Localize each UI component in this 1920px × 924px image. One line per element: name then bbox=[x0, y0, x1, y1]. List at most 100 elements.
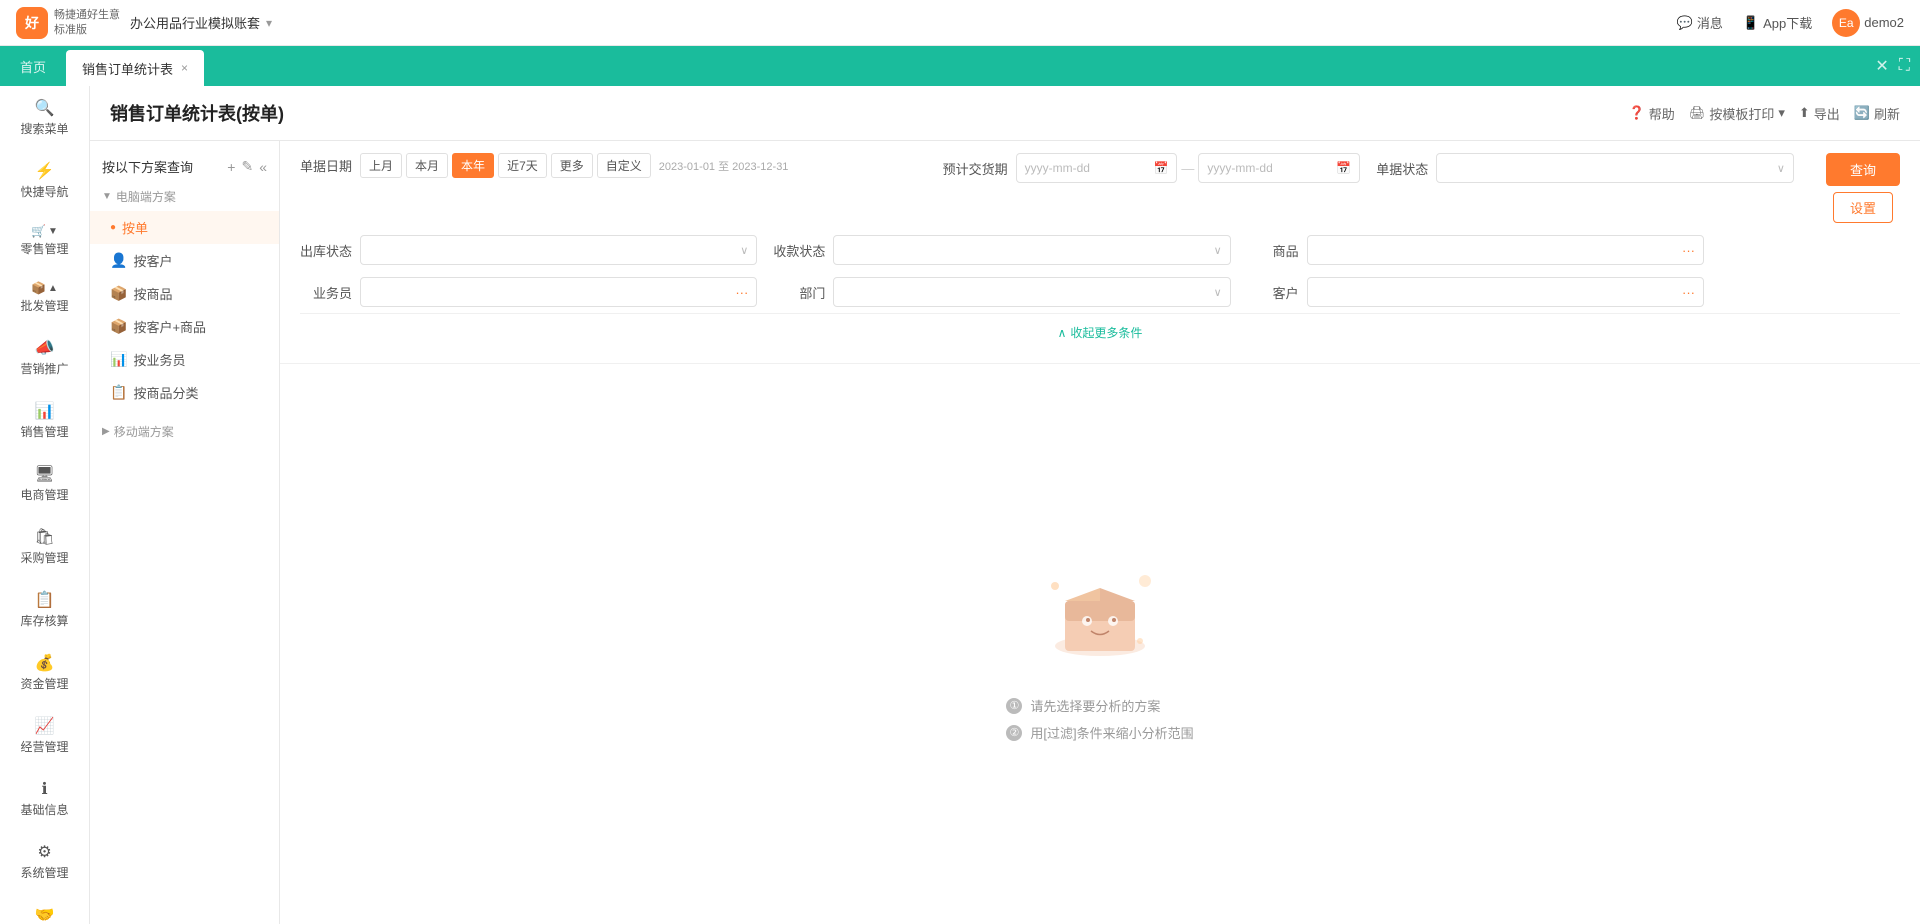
expected-from-placeholder: yyyy-mm-dd bbox=[1025, 161, 1150, 175]
breadcrumb-dropdown-icon[interactable]: ▾ bbox=[266, 16, 272, 30]
content-inner: 销售订单统计表(按单) ❓ 帮助 🖨 按模板打印 ▾ ⬆ 导出 🔄 刷新 bbox=[90, 86, 1920, 924]
enterprise-icon: 🤝 bbox=[0, 905, 89, 924]
message-button[interactable]: 💬 消息 bbox=[1677, 13, 1723, 32]
tip-num-1: ① bbox=[1006, 698, 1022, 714]
edit-scheme-button[interactable]: ✎ bbox=[241, 158, 253, 175]
order-status-arrow: ∨ bbox=[1777, 162, 1785, 175]
tree-item-by-customer-goods[interactable]: 📦 按客户+商品 bbox=[90, 310, 279, 343]
payment-arrow: ∨ bbox=[1214, 244, 1222, 257]
refresh-button[interactable]: 🔄 刷新 bbox=[1854, 104, 1900, 123]
customer-ellipsis[interactable]: ··· bbox=[1682, 285, 1695, 300]
salesperson-ellipsis[interactable]: ··· bbox=[735, 285, 748, 300]
payment-status-select[interactable]: ∨ bbox=[833, 235, 1230, 265]
tip-num-2: ② bbox=[1006, 725, 1022, 741]
retail-expand-arrow: ▼ bbox=[48, 226, 58, 237]
tree-item-by-salesperson[interactable]: 📊 按业务员 bbox=[90, 343, 279, 376]
left-panel-icons: + ✎ « bbox=[227, 158, 267, 175]
expected-date-label: 预计交货期 bbox=[943, 159, 1008, 178]
sidebar-item-inventory[interactable]: 📋 库存核算 bbox=[0, 578, 89, 641]
query-button[interactable]: 查询 bbox=[1826, 153, 1900, 186]
customer-input[interactable]: ··· bbox=[1307, 277, 1704, 307]
date-btn-this-month[interactable]: 本月 bbox=[406, 153, 448, 178]
sidebar-item-wholesale[interactable]: 📦 ▲ 批发管理 bbox=[0, 269, 89, 326]
tree-item-by-category[interactable]: 📋 按商品分类 bbox=[90, 376, 279, 409]
collapse-panel-button[interactable]: « bbox=[259, 159, 267, 175]
query-btn-area: 查询 设置 bbox=[1810, 153, 1900, 223]
window-close-icon[interactable]: ✕ bbox=[1875, 56, 1888, 76]
date-btn-custom[interactable]: 自定义 bbox=[597, 153, 651, 178]
sidebar-item-system[interactable]: ⚙ 系统管理 bbox=[0, 830, 89, 893]
result-area: 单据日期 上月 本月 本年 近7天 更多 自定义 2023-01-01 至 20… bbox=[280, 141, 1920, 924]
user-area[interactable]: Ea demo2 bbox=[1832, 9, 1904, 37]
by-category-icon: 📋 bbox=[110, 384, 127, 401]
date-btn-this-year[interactable]: 本年 bbox=[452, 153, 494, 178]
goods-input[interactable]: ··· bbox=[1307, 235, 1704, 265]
help-button[interactable]: ❓ 帮助 bbox=[1629, 104, 1675, 123]
pc-group-arrow: ▼ bbox=[102, 191, 112, 202]
sidebar-item-operations[interactable]: 📈 经营管理 bbox=[0, 704, 89, 767]
tree-item-by-goods[interactable]: 📦 按商品 bbox=[90, 277, 279, 310]
expected-date-to[interactable]: yyyy-mm-dd 📅 bbox=[1198, 153, 1360, 183]
print-icon: 🖨 bbox=[1689, 105, 1706, 121]
customer-label: 客户 bbox=[1247, 283, 1299, 302]
page-header: 销售订单统计表(按单) ❓ 帮助 🖨 按模板打印 ▾ ⬆ 导出 🔄 刷新 bbox=[90, 86, 1920, 141]
page-title: 销售订单统计表(按单) bbox=[110, 100, 284, 140]
order-date-label: 单据日期 bbox=[300, 156, 352, 175]
by-goods-icon: 📦 bbox=[110, 285, 127, 302]
date-btn-last-month[interactable]: 上月 bbox=[360, 153, 402, 178]
sidebar-item-retail[interactable]: 🛒 ▼ 零售管理 bbox=[0, 212, 89, 269]
empty-tip-1: ① 请先选择要分析的方案 bbox=[1006, 696, 1193, 715]
collapse-bar[interactable]: ∧ 收起更多条件 bbox=[300, 313, 1900, 351]
settings-button[interactable]: 设置 bbox=[1833, 192, 1893, 223]
goods-label: 商品 bbox=[1247, 241, 1299, 260]
by-salesperson-icon: 📊 bbox=[110, 351, 127, 368]
sidebar-item-sales[interactable]: 📊 销售管理 bbox=[0, 389, 89, 452]
add-scheme-button[interactable]: + bbox=[227, 159, 235, 175]
sidebar-item-finance[interactable]: 💰 资金管理 bbox=[0, 641, 89, 704]
department-select[interactable]: ∨ bbox=[833, 277, 1230, 307]
department-label: 部门 bbox=[773, 283, 825, 302]
sidebar-item-quick-nav[interactable]: ⚡ 快捷导航 bbox=[0, 149, 89, 212]
sidebar-item-marketing[interactable]: 📣 营销推广 bbox=[0, 326, 89, 389]
window-expand-icon[interactable]: ⛶ bbox=[1899, 57, 1910, 75]
refresh-icon: 🔄 bbox=[1854, 105, 1870, 121]
search-menu-icon: 🔍 bbox=[0, 98, 89, 118]
sidebar-item-ecommerce[interactable]: 🖥 电商管理 bbox=[0, 452, 89, 515]
by-customer-goods-icon: 📦 bbox=[110, 318, 127, 335]
salesperson-label: 业务员 bbox=[300, 283, 352, 302]
app-download-button[interactable]: 📱 App下载 bbox=[1743, 13, 1812, 32]
tab-close-icon[interactable]: × bbox=[181, 61, 188, 75]
purchase-icon: 🛍 bbox=[0, 527, 89, 547]
logo-text: 畅捷通好生意 标准版 bbox=[54, 8, 120, 37]
date-btn-more[interactable]: 更多 bbox=[551, 153, 593, 178]
expected-date-range: yyyy-mm-dd 📅 — yyyy-mm-dd 📅 bbox=[1016, 153, 1361, 183]
goods-ellipsis[interactable]: ··· bbox=[1682, 243, 1695, 258]
tree-item-by-order[interactable]: ● 按单 bbox=[90, 211, 279, 244]
tabbar-controls: ✕ ⛶ bbox=[1875, 56, 1920, 76]
tabbar: 首页 销售订单统计表 × ✕ ⛶ bbox=[0, 46, 1920, 86]
order-status-select[interactable]: ∨ bbox=[1436, 153, 1794, 183]
order-status-label: 单据状态 bbox=[1376, 159, 1428, 178]
filter-body: 单据日期 上月 本月 本年 近7天 更多 自定义 2023-01-01 至 20… bbox=[280, 141, 1920, 363]
tab-sales-order-stats[interactable]: 销售订单统计表 × bbox=[66, 50, 204, 86]
delivery-status-select[interactable]: ∨ bbox=[360, 235, 757, 265]
wholesale-expand-arrow: ▲ bbox=[48, 283, 58, 294]
sidebar-item-basic[interactable]: ℹ 基础信息 bbox=[0, 767, 89, 830]
tree-item-by-customer[interactable]: 👤 按客户 bbox=[90, 244, 279, 277]
left-panel: 按以下方案查询 + ✎ « ▼ 电脑端方案 ● 按单 👤 bbox=[90, 141, 280, 924]
breadcrumb[interactable]: 办公用品行业模拟账套 ▾ bbox=[130, 13, 272, 32]
expected-date-from[interactable]: yyyy-mm-dd 📅 bbox=[1016, 153, 1178, 183]
app-icon: 📱 bbox=[1743, 15, 1759, 31]
calendar-icon-2: 📅 bbox=[1336, 161, 1351, 175]
salesperson-input[interactable]: ··· bbox=[360, 277, 757, 307]
retail-icon: 🛒 bbox=[31, 224, 46, 238]
export-button[interactable]: ⬆ 导出 bbox=[1799, 104, 1840, 123]
date-btn-7days[interactable]: 近7天 bbox=[498, 153, 547, 178]
sidebar-item-purchase[interactable]: 🛍 采购管理 bbox=[0, 515, 89, 578]
by-order-icon: ● bbox=[110, 222, 116, 233]
tab-home[interactable]: 首页 bbox=[0, 46, 66, 86]
sidebar-item-search-menu[interactable]: 🔍 搜索菜单 bbox=[0, 86, 89, 149]
print-button[interactable]: 🖨 按模板打印 ▾ bbox=[1689, 104, 1785, 123]
sidebar-item-enterprise[interactable]: 🤝 企业协同 bbox=[0, 893, 89, 924]
print-dropdown-icon[interactable]: ▾ bbox=[1778, 105, 1785, 121]
